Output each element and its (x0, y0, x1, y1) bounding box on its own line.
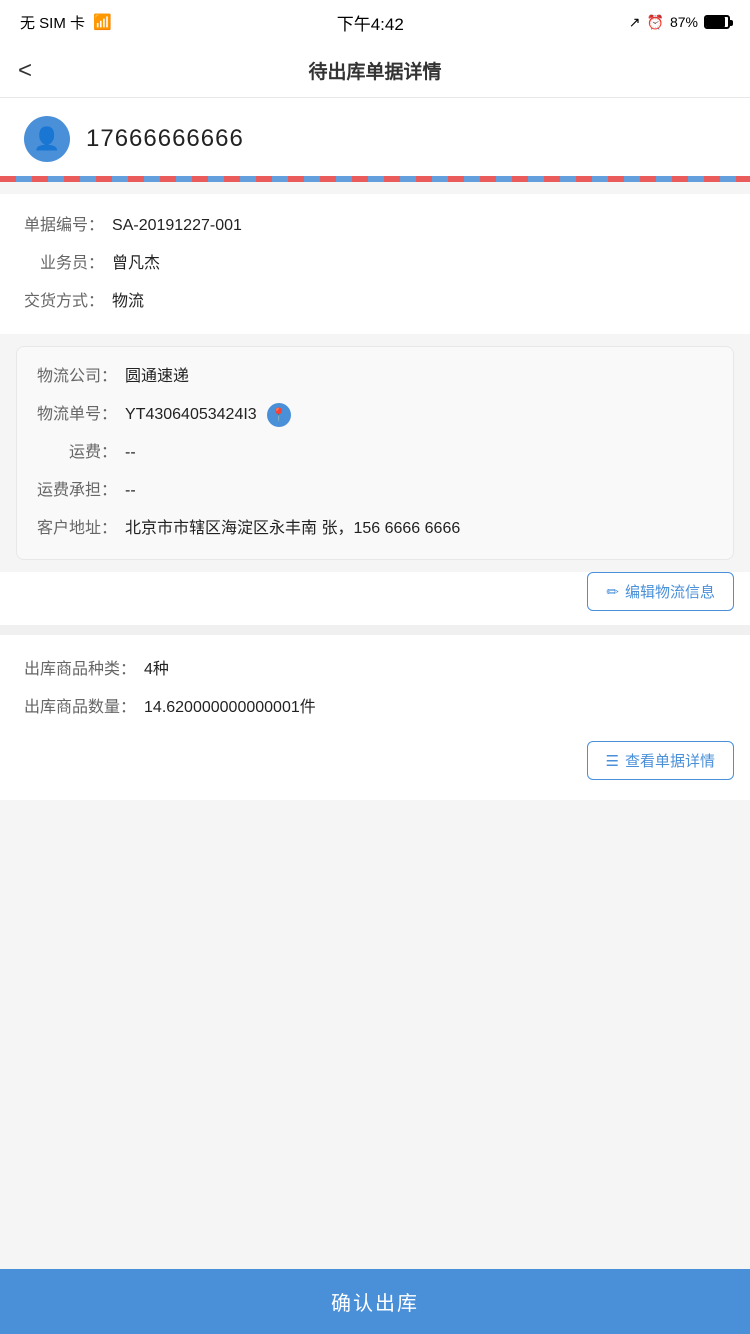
goods-quantity-value: 14.620000000000001件 (144, 693, 316, 717)
avatar: 👤 (24, 116, 70, 162)
logistics-address-row: 客户地址： 北京市市辖区海淀区永丰南 张，156 6666 6666 (37, 517, 713, 541)
carrier-label: 无 SIM 卡 (20, 12, 85, 33)
goods-quantity-label: 出库商品数量： (24, 693, 136, 717)
view-btn-label: 查看单据详情 (625, 750, 715, 771)
goods-types-row: 出库商品种类： 4种 (24, 655, 726, 679)
user-header: 👤 17666666666 (0, 98, 750, 176)
logistics-freightbear-label: 运费承担： (37, 479, 117, 503)
edit-btn-wrap: ✏ 编辑物流信息 (0, 572, 750, 625)
bottom-spacer (0, 800, 750, 1334)
view-icon: ☰ (606, 752, 619, 770)
logistics-freight-row: 运费： -- (37, 441, 713, 465)
logistics-company-label: 物流公司： (37, 365, 117, 389)
order-no-row: 单据编号： SA-20191227-001 (24, 214, 726, 238)
edit-logistics-button[interactable]: ✏ 编辑物流信息 (587, 572, 734, 611)
confirm-button[interactable]: 确认出库 (0, 1269, 750, 1334)
goods-quantity-row: 出库商品数量： 14.620000000000001件 (24, 693, 726, 717)
logistics-tracking-value: YT43064053424I3 📍 (125, 403, 713, 427)
status-time: 下午4:42 (337, 10, 404, 35)
logistics-freight-label: 运费： (37, 441, 117, 465)
logistics-freightbear-row: 运费承担： -- (37, 479, 713, 503)
edit-btn-label: 编辑物流信息 (625, 581, 715, 602)
back-button[interactable]: < (18, 57, 32, 85)
battery-icon (704, 15, 730, 29)
order-no-label: 单据编号： (24, 214, 104, 238)
delivery-value: 物流 (112, 290, 726, 314)
status-right: ↗ ⏰ 87% (629, 14, 730, 31)
status-left: 无 SIM 卡 📶 (20, 12, 112, 33)
alarm-icon: ⏰ (647, 14, 664, 31)
wifi-icon: 📶 (93, 13, 112, 31)
user-phone: 17666666666 (86, 125, 244, 153)
view-btn-wrap: ☰ 查看单据详情 (0, 733, 750, 800)
dashed-divider (0, 176, 750, 182)
logistics-address-value: 北京市市辖区海淀区永丰南 张，156 6666 6666 (125, 517, 713, 541)
nav-bar: < 待出库单据详情 (0, 44, 750, 98)
logistics-tracking-label: 物流单号： (37, 403, 117, 427)
logistics-card: 物流公司： 圆通速递 物流单号： YT43064053424I3 📍 运费： -… (16, 346, 734, 560)
edit-icon: ✏ (606, 583, 619, 601)
logistics-tracking-row: 物流单号： YT43064053424I3 📍 (37, 403, 713, 427)
section-divider (0, 625, 750, 635)
salesman-value: 曾凡杰 (112, 252, 726, 276)
salesman-row: 业务员： 曾凡杰 (24, 252, 726, 276)
view-detail-button[interactable]: ☰ 查看单据详情 (587, 741, 734, 780)
track-location-icon[interactable]: 📍 (267, 403, 291, 427)
goods-types-label: 出库商品种类： (24, 655, 136, 679)
nav-title: 待出库单据详情 (308, 57, 441, 84)
logistics-freightbear-value: -- (125, 479, 713, 503)
order-info-section: 单据编号： SA-20191227-001 业务员： 曾凡杰 交货方式： 物流 (0, 194, 750, 334)
confirm-btn-label: 确认出库 (331, 1287, 419, 1316)
location-icon: ↗ (629, 14, 641, 31)
delivery-row: 交货方式： 物流 (24, 290, 726, 314)
status-bar: 无 SIM 卡 📶 下午4:42 ↗ ⏰ 87% (0, 0, 750, 44)
logistics-address-label: 客户地址： (37, 517, 117, 541)
goods-section: 出库商品种类： 4种 出库商品数量： 14.620000000000001件 (0, 635, 750, 733)
goods-types-value: 4种 (144, 655, 169, 679)
order-no-value: SA-20191227-001 (112, 214, 726, 238)
logistics-company-value: 圆通速递 (125, 365, 713, 389)
delivery-label: 交货方式： (24, 290, 104, 314)
logistics-freight-value: -- (125, 441, 713, 465)
logistics-company-row: 物流公司： 圆通速递 (37, 365, 713, 389)
salesman-label: 业务员： (24, 252, 104, 276)
battery-label: 87% (670, 14, 698, 30)
